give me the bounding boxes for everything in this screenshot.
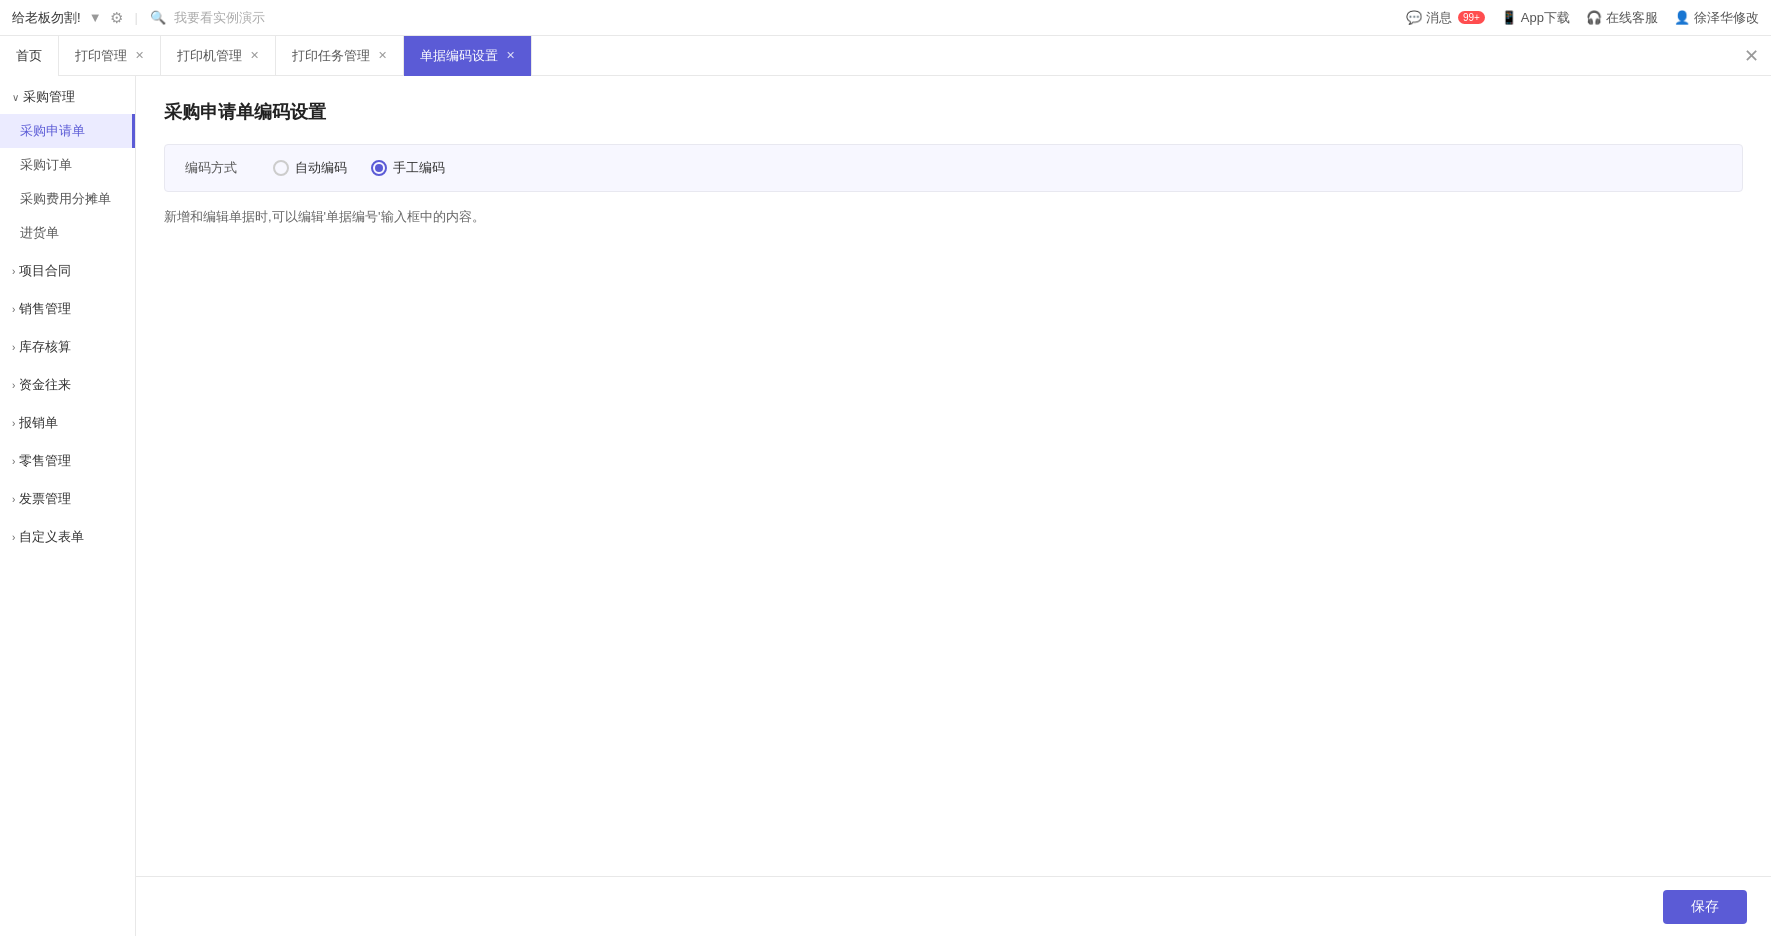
- custom-group-label: 自定义表单: [19, 528, 84, 546]
- sidebar-group-capital: › 资金往来: [0, 368, 135, 402]
- page-title: 采购申请单编码设置: [164, 100, 1743, 124]
- tab-printer-manage-label: 打印机管理: [177, 47, 242, 65]
- tab-single-code-setting[interactable]: 单据编码设置 ✕: [404, 36, 532, 76]
- user-icon: 👤: [1674, 10, 1690, 25]
- purchase-arrow-icon: ∨: [12, 92, 19, 103]
- main-layout: ∨ 采购管理 采购申请单 采购订单 采购费用分摊单 进货单 › 项目合同: [0, 76, 1771, 936]
- sidebar-group-purchase: ∨ 采购管理 采购申请单 采购订单 采购费用分摊单 进货单: [0, 80, 135, 250]
- message-button[interactable]: 💬 消息 99+: [1406, 9, 1485, 27]
- message-badge: 99+: [1458, 11, 1485, 24]
- sales-arrow-icon: ›: [12, 304, 15, 315]
- info-text: 新增和编辑单据时,可以编辑'单据编号'输入框中的内容。: [164, 208, 1743, 226]
- project-arrow-icon: ›: [12, 266, 15, 277]
- sidebar-group-sales-title[interactable]: › 销售管理: [0, 292, 135, 326]
- tab-print-task[interactable]: 打印任务管理 ✕: [276, 36, 404, 76]
- sidebar-group-invoice-title[interactable]: › 发票管理: [0, 482, 135, 516]
- sidebar-group-sales: › 销售管理: [0, 292, 135, 326]
- app-download-button[interactable]: 📱 App下载: [1501, 9, 1570, 27]
- sidebar-group-inventory: › 库存核算: [0, 330, 135, 364]
- capital-arrow-icon: ›: [12, 380, 15, 391]
- purchase-request-label: 采购申请单: [20, 123, 85, 138]
- sidebar-item-purchase-order[interactable]: 采购订单: [0, 148, 135, 182]
- coding-section: 编码方式 自动编码 手工编码: [164, 144, 1743, 192]
- settings-icon[interactable]: ⚙: [110, 9, 123, 27]
- tab-print-task-label: 打印任务管理: [292, 47, 370, 65]
- inventory-group-label: 库存核算: [19, 338, 71, 356]
- inventory-arrow-icon: ›: [12, 342, 15, 353]
- tab-single-code-close[interactable]: ✕: [506, 49, 515, 62]
- brand-label: 给老板勿割!: [12, 9, 81, 27]
- content-footer: 保存: [136, 876, 1771, 936]
- dropdown-icon[interactable]: ▼: [89, 10, 102, 25]
- retail-group-label: 零售管理: [19, 452, 71, 470]
- message-label: 消息: [1426, 9, 1452, 27]
- radio-auto[interactable]: 自动编码: [273, 159, 347, 177]
- radio-manual[interactable]: 手工编码: [371, 159, 445, 177]
- radio-manual-circle: [371, 160, 387, 176]
- stock-in-label: 进货单: [20, 225, 59, 240]
- invoice-group-label: 发票管理: [19, 490, 71, 508]
- sidebar-group-inventory-title[interactable]: › 库存核算: [0, 330, 135, 364]
- tab-print-manage-label: 打印管理: [75, 47, 127, 65]
- sidebar-item-purchase-expense[interactable]: 采购费用分摊单: [0, 182, 135, 216]
- top-bar-left: 给老板勿割! ▼ ⚙ | 🔍 我要看实例演示: [12, 9, 265, 27]
- app-download-label: App下载: [1521, 9, 1570, 27]
- returns-arrow-icon: ›: [12, 418, 15, 429]
- sidebar-item-stock-in[interactable]: 进货单: [0, 216, 135, 250]
- tab-home[interactable]: 首页: [0, 36, 59, 76]
- sidebar-group-invoice: › 发票管理: [0, 482, 135, 516]
- sidebar-item-purchase-request[interactable]: 采购申请单: [0, 114, 135, 148]
- custom-arrow-icon: ›: [12, 532, 15, 543]
- sales-group-label: 销售管理: [19, 300, 71, 318]
- sidebar: ∨ 采购管理 采购申请单 采购订单 采购费用分摊单 进货单 › 项目合同: [0, 76, 136, 936]
- search-text[interactable]: 我要看实例演示: [174, 9, 265, 27]
- tab-printer-manage[interactable]: 打印机管理 ✕: [161, 36, 276, 76]
- user-profile-button[interactable]: 👤 徐泽华修改: [1674, 9, 1759, 27]
- sidebar-group-retail: › 零售管理: [0, 444, 135, 478]
- sidebar-group-returns: › 报销单: [0, 406, 135, 440]
- content-inner: 采购申请单编码设置 编码方式 自动编码 手工编码: [136, 76, 1771, 876]
- top-bar-right: 💬 消息 99+ 📱 App下载 🎧 在线客服 👤 徐泽华修改: [1406, 9, 1759, 27]
- sidebar-group-project-contract: › 项目合同: [0, 254, 135, 288]
- project-group-label: 项目合同: [19, 262, 71, 280]
- sidebar-group-retail-title[interactable]: › 零售管理: [0, 444, 135, 478]
- purchase-group-label: 采购管理: [23, 88, 75, 106]
- tab-single-code-label: 单据编码设置: [420, 47, 498, 65]
- returns-group-label: 报销单: [19, 414, 58, 432]
- sidebar-group-returns-title[interactable]: › 报销单: [0, 406, 135, 440]
- sidebar-group-capital-title[interactable]: › 资金往来: [0, 368, 135, 402]
- purchase-order-label: 采购订单: [20, 157, 72, 172]
- tab-close-all-button[interactable]: ✕: [1732, 36, 1771, 76]
- service-icon: 🎧: [1586, 10, 1602, 25]
- tab-printer-manage-close[interactable]: ✕: [250, 49, 259, 62]
- sidebar-group-project-title[interactable]: › 项目合同: [0, 254, 135, 288]
- online-service-label: 在线客服: [1606, 9, 1658, 27]
- invoice-arrow-icon: ›: [12, 494, 15, 505]
- retail-arrow-icon: ›: [12, 456, 15, 467]
- sidebar-group-custom-form: › 自定义表单: [0, 520, 135, 554]
- content-area: 采购申请单编码设置 编码方式 自动编码 手工编码: [136, 76, 1771, 936]
- message-icon: 💬: [1406, 10, 1422, 25]
- tab-print-task-close[interactable]: ✕: [378, 49, 387, 62]
- top-bar: 给老板勿割! ▼ ⚙ | 🔍 我要看实例演示 💬 消息 99+ 📱 App下载 …: [0, 0, 1771, 36]
- purchase-expense-label: 采购费用分摊单: [20, 191, 111, 206]
- app-icon: 📱: [1501, 10, 1517, 25]
- coding-row: 编码方式 自动编码 手工编码: [185, 159, 1722, 177]
- tab-home-label: 首页: [16, 47, 42, 65]
- tab-print-manage-close[interactable]: ✕: [135, 49, 144, 62]
- radio-auto-label: 自动编码: [295, 159, 347, 177]
- coding-label: 编码方式: [185, 159, 241, 177]
- sidebar-group-custom-title[interactable]: › 自定义表单: [0, 520, 135, 554]
- capital-group-label: 资金往来: [19, 376, 71, 394]
- sidebar-group-purchase-title[interactable]: ∨ 采购管理: [0, 80, 135, 114]
- username-label: 徐泽华修改: [1694, 9, 1759, 27]
- save-button[interactable]: 保存: [1663, 890, 1747, 924]
- radio-group: 自动编码 手工编码: [273, 159, 445, 177]
- tab-print-manage[interactable]: 打印管理 ✕: [59, 36, 161, 76]
- radio-manual-label: 手工编码: [393, 159, 445, 177]
- search-icon: 🔍: [150, 10, 166, 25]
- radio-auto-circle: [273, 160, 289, 176]
- tab-bar: 首页 打印管理 ✕ 打印机管理 ✕ 打印任务管理 ✕ 单据编码设置 ✕ ✕: [0, 36, 1771, 76]
- online-service-button[interactable]: 🎧 在线客服: [1586, 9, 1658, 27]
